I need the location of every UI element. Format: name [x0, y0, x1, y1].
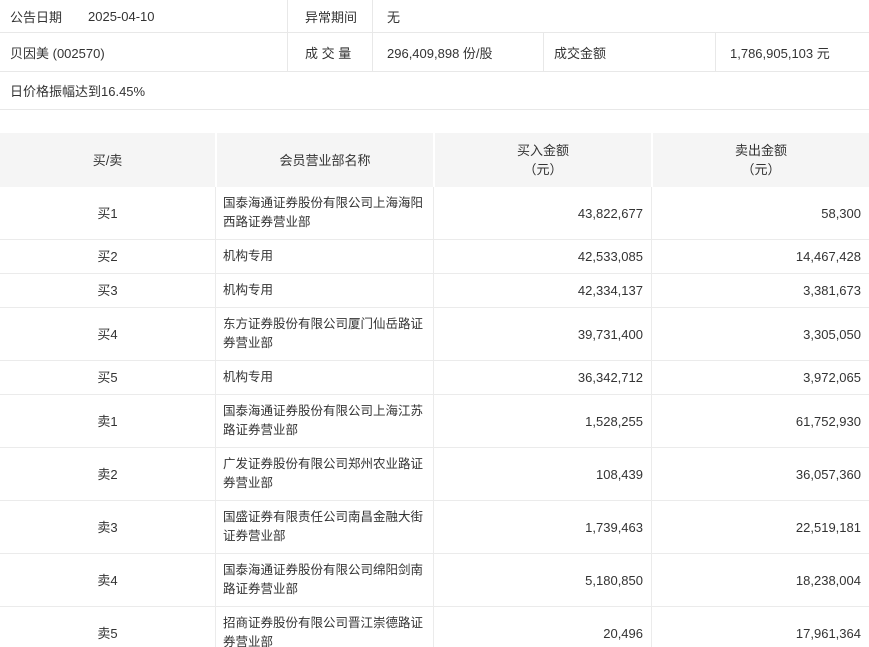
row-branch: 国泰海通证券股份有限公司上海江苏路证券营业部 [215, 395, 433, 447]
price-amplitude-note: 日价格振幅达到16.45% [10, 84, 146, 99]
table-body: 买1 国泰海通证券股份有限公司上海海阳西路证券营业部 43,822,677 58… [0, 187, 869, 647]
table-row: 卖1 国泰海通证券股份有限公司上海江苏路证券营业部 1,528,255 61,7… [0, 395, 869, 448]
row-branch: 国盛证券有限责任公司南昌金融大街证券营业部 [215, 501, 433, 553]
row-sell-amount: 14,467,428 [651, 240, 869, 273]
table-row: 买4 东方证券股份有限公司厦门仙岳路证券营业部 39,731,400 3,305… [0, 308, 869, 361]
header-side: 买/卖 [0, 133, 215, 187]
row-branch: 机构专用 [215, 361, 433, 394]
row-side: 卖4 [97, 572, 118, 588]
table-header-row: 买/卖 会员营业部名称 买入金额 （元） 卖出金额 （元） [0, 133, 869, 187]
row-branch: 机构专用 [215, 274, 433, 307]
row-buy-amount: 39,731,400 [433, 308, 651, 360]
table-row: 卖2 广发证券股份有限公司郑州农业路证券营业部 108,439 36,057,3… [0, 448, 869, 501]
turnover-label: 成交金额 [543, 33, 715, 71]
info-row-volume: 贝因美 (002570) 成 交 量 296,409,898 份/股 成交金额 … [0, 33, 869, 72]
row-side: 买5 [97, 370, 118, 385]
header-branch-label: 会员营业部名称 [279, 152, 371, 168]
row-buy-amount: 1,739,463 [433, 501, 651, 553]
row-side: 卖5 [97, 625, 118, 641]
row-branch: 国泰海通证券股份有限公司绵阳剑南路证券营业部 [215, 554, 433, 606]
stock-name: 贝因美 (002570) [10, 45, 105, 61]
row-branch: 东方证券股份有限公司厦门仙岳路证券营业部 [215, 308, 433, 360]
row-buy-amount: 108,439 [433, 448, 651, 500]
row-sell-amount: 3,972,065 [651, 361, 869, 394]
row-sell-amount: 18,238,004 [651, 554, 869, 606]
abnormal-period-label: 异常期间 [287, 0, 372, 32]
header-buy-amount: 买入金额 （元） [433, 133, 651, 187]
row-branch: 招商证券股份有限公司晋江崇德路证券营业部 [215, 607, 433, 647]
header-sell-line2: （元） [741, 162, 781, 177]
table-row: 卖5 招商证券股份有限公司晋江崇德路证券营业部 20,496 17,961,36… [0, 607, 869, 647]
announce-date-label: 公告日期 [10, 9, 63, 25]
row-buy-amount: 36,342,712 [433, 361, 651, 394]
section-spacer [0, 110, 869, 133]
lhb-table: 买/卖 会员营业部名称 买入金额 （元） 卖出金额 （元） 买1 国泰海通证券股… [0, 133, 869, 647]
row-buy-amount: 20,496 [433, 607, 651, 647]
row-side: 买3 [97, 283, 118, 298]
row-sell-amount: 3,381,673 [651, 274, 869, 307]
row-side: 买2 [97, 249, 118, 264]
header-buy-line1: 买入金额 [516, 143, 569, 158]
info-row-amplitude: 日价格振幅达到16.45% [0, 72, 869, 110]
header-side-label: 买/卖 [92, 152, 123, 168]
row-side: 买4 [97, 326, 118, 342]
row-sell-amount: 36,057,360 [651, 448, 869, 500]
row-buy-amount: 42,334,137 [433, 274, 651, 307]
header-branch: 会员营业部名称 [215, 133, 433, 187]
turnover-value: 1,786,905,103 元 [715, 33, 869, 71]
announce-date-value: 2025-04-10 [88, 8, 155, 24]
row-sell-amount: 22,519,181 [651, 501, 869, 553]
header-sell-amount: 卖出金额 （元） [651, 133, 869, 187]
stock-lhb-page: 公告日期 2025-04-10 异常期间 无 贝因美 (002570) 成 交 … [0, 0, 869, 647]
volume-label: 成 交 量 [287, 33, 372, 71]
stock-info-panel: 公告日期 2025-04-10 异常期间 无 贝因美 (002570) 成 交 … [0, 0, 869, 110]
row-sell-amount: 58,300 [651, 187, 869, 239]
table-row: 买1 国泰海通证券股份有限公司上海海阳西路证券营业部 43,822,677 58… [0, 187, 869, 240]
table-row: 买2 机构专用 42,533,085 14,467,428 [0, 240, 869, 274]
table-row: 买5 机构专用 36,342,712 3,972,065 [0, 361, 869, 395]
header-buy-line2: （元） [523, 162, 563, 177]
info-row-announce: 公告日期 2025-04-10 异常期间 无 [0, 0, 869, 33]
header-sell-line1: 卖出金额 [734, 143, 787, 158]
row-side: 卖2 [97, 466, 118, 482]
row-buy-amount: 1,528,255 [433, 395, 651, 447]
table-row: 买3 机构专用 42,334,137 3,381,673 [0, 274, 869, 308]
row-buy-amount: 5,180,850 [433, 554, 651, 606]
table-row: 卖4 国泰海通证券股份有限公司绵阳剑南路证券营业部 5,180,850 18,2… [0, 554, 869, 607]
row-branch: 广发证券股份有限公司郑州农业路证券营业部 [215, 448, 433, 500]
row-side: 卖1 [97, 413, 118, 429]
row-branch: 国泰海通证券股份有限公司上海海阳西路证券营业部 [215, 187, 433, 239]
volume-value: 296,409,898 份/股 [372, 33, 543, 71]
row-sell-amount: 17,961,364 [651, 607, 869, 647]
table-row: 卖3 国盛证券有限责任公司南昌金融大街证券营业部 1,739,463 22,51… [0, 501, 869, 554]
row-branch: 机构专用 [215, 240, 433, 273]
row-buy-amount: 42,533,085 [433, 240, 651, 273]
row-buy-amount: 43,822,677 [433, 187, 651, 239]
row-side: 卖3 [97, 519, 118, 535]
row-sell-amount: 3,305,050 [651, 308, 869, 360]
row-side: 买1 [97, 205, 118, 221]
abnormal-period-value: 无 [372, 0, 869, 32]
row-sell-amount: 61,752,930 [651, 395, 869, 447]
